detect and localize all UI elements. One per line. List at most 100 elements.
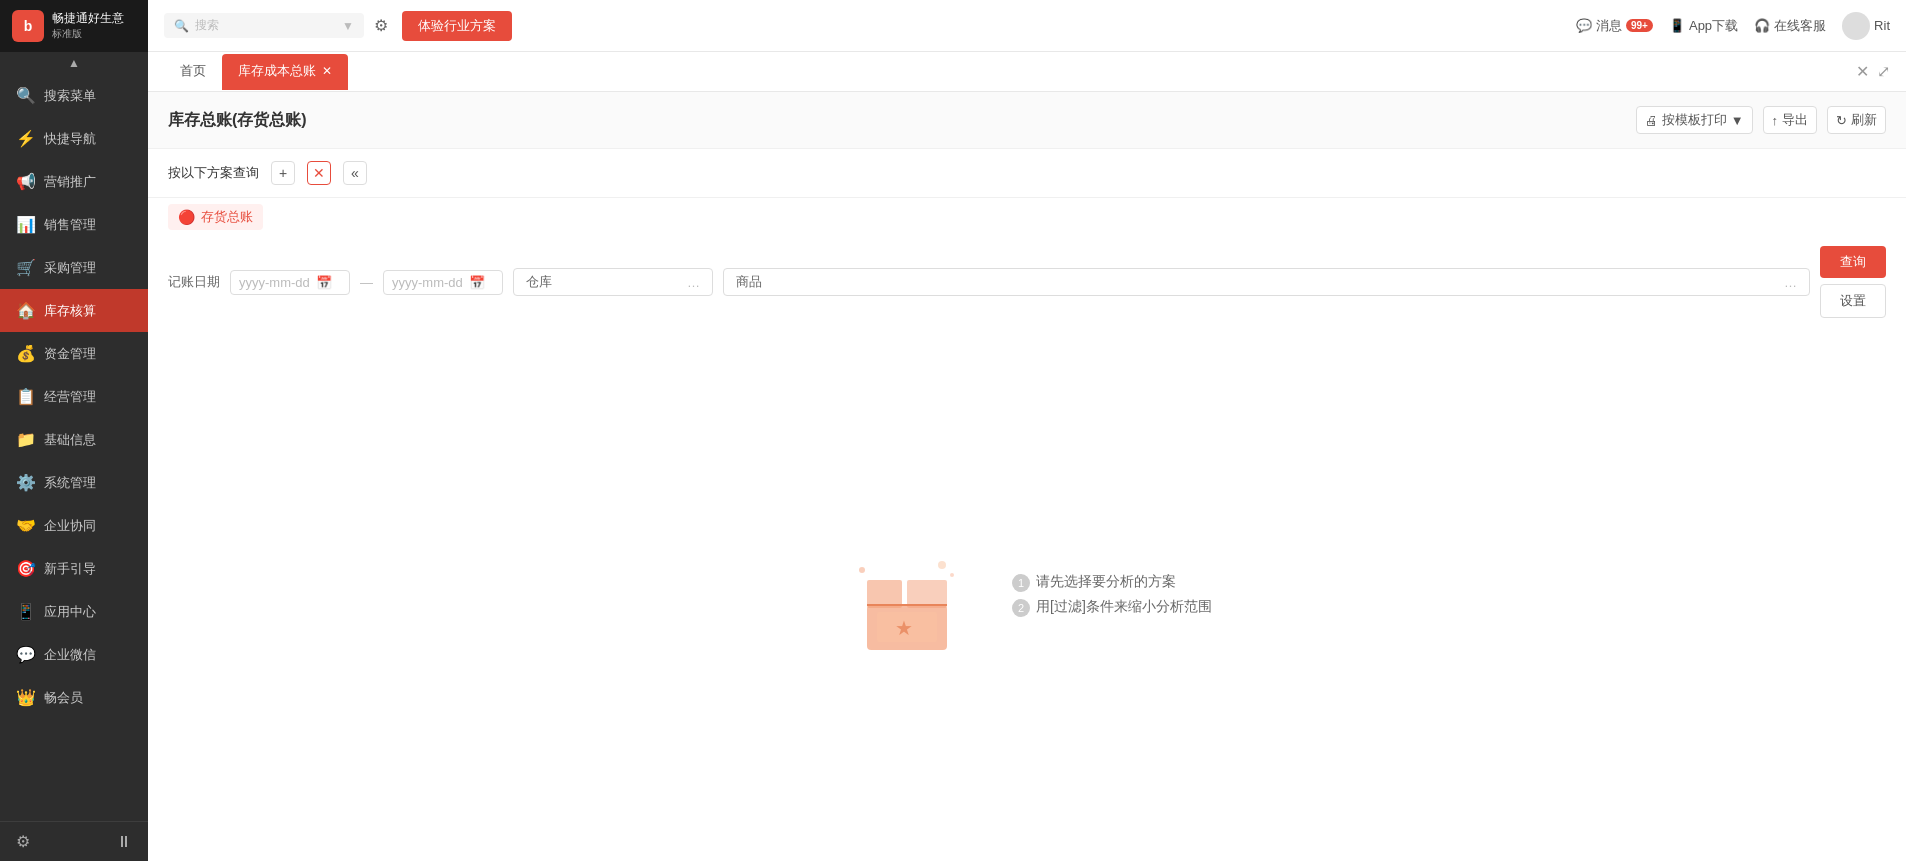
sidebar-label-operation: 经营管理	[44, 388, 96, 406]
date-label: 记账日期	[168, 273, 220, 291]
sidebar-label-member: 畅会员	[44, 689, 83, 707]
sidebar-icon-marketing: 📢	[16, 172, 34, 191]
date-end-input[interactable]: yyyy-mm-dd 📅	[383, 270, 503, 295]
logo-text: 畅捷通好生意	[52, 11, 124, 27]
print-button[interactable]: 🖨 按模板打印 ▼	[1636, 106, 1753, 134]
sidebar-item-sales[interactable]: 📊 销售管理	[0, 203, 148, 246]
sidebar-icon-operation: 📋	[16, 387, 34, 406]
empty-text: 1 请先选择要分析的方案 2 用[过滤]条件来缩小分析范围	[1012, 567, 1212, 623]
sidebar-item-system[interactable]: ⚙️ 系统管理	[0, 461, 148, 504]
sidebar-icon-search: 🔍	[16, 86, 34, 105]
sidebar-label-shortcut: 快捷导航	[44, 130, 96, 148]
query-form: 记账日期 yyyy-mm-dd 📅 — yyyy-mm-dd 📅 仓库 … 商品…	[148, 236, 1906, 328]
search-dropdown-icon: ▼	[342, 19, 354, 33]
tab-expand-icon[interactable]: ⤢	[1877, 62, 1890, 81]
sidebar-label-sales: 销售管理	[44, 216, 96, 234]
tab-home[interactable]: 首页	[164, 54, 222, 90]
sidebar-item-shortcut[interactable]: ⚡ 快捷导航	[0, 117, 148, 160]
audio-icon[interactable]: ⏸	[116, 833, 132, 851]
sidebar-item-search[interactable]: 🔍 搜索菜单	[0, 74, 148, 117]
search-icon: 🔍	[174, 19, 189, 33]
sidebar-icon-system: ⚙️	[16, 473, 34, 492]
product-input[interactable]: 商品 …	[723, 268, 1810, 296]
filter-collapse-button[interactable]: ✕	[307, 161, 331, 185]
sidebar-item-finance[interactable]: 💰 资金管理	[0, 332, 148, 375]
sidebar-scroll-up[interactable]: ▲	[0, 52, 148, 74]
sidebar-logo: b 畅捷通好生意 标准版	[0, 0, 148, 52]
app-download-button[interactable]: 📱 App下载	[1669, 17, 1738, 35]
svg-rect-2	[907, 580, 947, 608]
sidebar-icon-inventory: 🏠	[16, 301, 34, 320]
sidebar-item-wechat[interactable]: 💬 企业微信	[0, 633, 148, 676]
headset-icon: 🎧	[1754, 18, 1770, 33]
svg-point-6	[859, 567, 865, 573]
settings-icon[interactable]: ⚙	[16, 832, 30, 851]
date-start-placeholder: yyyy-mm-dd	[239, 275, 310, 290]
sidebar-label-search: 搜索菜单	[44, 87, 96, 105]
search-placeholder: 搜索	[195, 17, 219, 34]
avatar	[1842, 12, 1870, 40]
sidebar-item-operation[interactable]: 📋 经营管理	[0, 375, 148, 418]
refresh-icon: ↻	[1836, 113, 1847, 128]
sidebar-item-newguide[interactable]: 🎯 新手引导	[0, 547, 148, 590]
sidebar-label-newguide: 新手引导	[44, 560, 96, 578]
product-more-icon: …	[1784, 275, 1797, 290]
sidebar-item-purchase[interactable]: 🛒 采购管理	[0, 246, 148, 289]
hint1-number: 1	[1012, 574, 1030, 592]
sidebar-icon-shortcut: ⚡	[16, 129, 34, 148]
sidebar-icon-sales: 📊	[16, 215, 34, 234]
logo-sub: 标准版	[52, 27, 124, 41]
sidebar-item-appcenter[interactable]: 📱 应用中心	[0, 590, 148, 633]
svg-rect-1	[867, 580, 902, 608]
sidebar-item-inventory[interactable]: 🏠 库存核算	[0, 289, 148, 332]
tab-inventory-ledger[interactable]: 库存成本总账 ✕	[222, 54, 348, 90]
sidebar-label-appcenter: 应用中心	[44, 603, 96, 621]
sub-filter-icon: 🔴	[178, 209, 195, 225]
export-icon: ↑	[1772, 113, 1779, 128]
gear-icon[interactable]: ⚙	[374, 16, 388, 35]
search-bar[interactable]: 🔍 搜索 ▼	[164, 13, 364, 38]
sidebar-icon-basic: 📁	[16, 430, 34, 449]
date-start-input[interactable]: yyyy-mm-dd 📅	[230, 270, 350, 295]
refresh-button[interactable]: ↻ 刷新	[1827, 106, 1886, 134]
filter-arrow-button[interactable]: «	[343, 161, 367, 185]
sidebar-item-enterprise[interactable]: 🤝 企业协同	[0, 504, 148, 547]
sidebar-label-marketing: 营销推广	[44, 173, 96, 191]
calendar-start-icon: 📅	[316, 275, 332, 290]
sidebar-icon-newguide: 🎯	[16, 559, 34, 578]
warehouse-input[interactable]: 仓库 …	[513, 268, 713, 296]
hint2-text: 用[过滤]条件来缩小分析范围	[1036, 598, 1212, 616]
export-button[interactable]: ↑ 导出	[1763, 106, 1818, 134]
warehouse-more-icon: …	[687, 275, 700, 290]
sidebar-item-member[interactable]: 👑 畅会员	[0, 676, 148, 719]
date-end-placeholder: yyyy-mm-dd	[392, 275, 463, 290]
sidebar-icon-appcenter: 📱	[16, 602, 34, 621]
online-service-button[interactable]: 🎧 在线客服	[1754, 17, 1826, 35]
sidebar-label-inventory: 库存核算	[44, 302, 96, 320]
sidebar-label-basic: 基础信息	[44, 431, 96, 449]
print-dropdown-icon: ▼	[1731, 113, 1744, 128]
tab-close-icon[interactable]: ✕	[322, 64, 332, 78]
tab-close-panel-icon[interactable]: ✕	[1856, 62, 1869, 81]
settings-button[interactable]: 设置	[1820, 284, 1886, 318]
sidebar-icon-wechat: 💬	[16, 645, 34, 664]
sidebar-item-marketing[interactable]: 📢 营销推广	[0, 160, 148, 203]
sidebar-label-purchase: 采购管理	[44, 259, 96, 277]
user-avatar[interactable]: Rit	[1842, 12, 1890, 40]
trial-button[interactable]: 体验行业方案	[402, 11, 512, 41]
sub-filter-item[interactable]: 🔴 存货总账	[168, 204, 263, 230]
sidebar-item-basic[interactable]: 📁 基础信息	[0, 418, 148, 461]
sidebar-label-system: 系统管理	[44, 474, 96, 492]
empty-illustration: ★	[842, 530, 972, 660]
filter-add-button[interactable]: +	[271, 161, 295, 185]
message-button[interactable]: 💬 消息 99+	[1576, 17, 1653, 35]
hint2-number: 2	[1012, 599, 1030, 617]
logo-icon: b	[12, 10, 44, 42]
date-separator: —	[360, 275, 373, 290]
topbar-right: 💬 消息 99+ 📱 App下载 🎧 在线客服 Rit	[1576, 12, 1890, 40]
sub-filter-bar: 🔴 存货总账	[148, 198, 1906, 236]
calendar-end-icon: 📅	[469, 275, 485, 290]
page-header: 库存总账(存货总账) 🖨 按模板打印 ▼ ↑ 导出 ↻ 刷新	[148, 92, 1906, 149]
query-button[interactable]: 查询	[1820, 246, 1886, 278]
tab-bar: 首页 库存成本总账 ✕ ✕ ⤢	[148, 52, 1906, 92]
